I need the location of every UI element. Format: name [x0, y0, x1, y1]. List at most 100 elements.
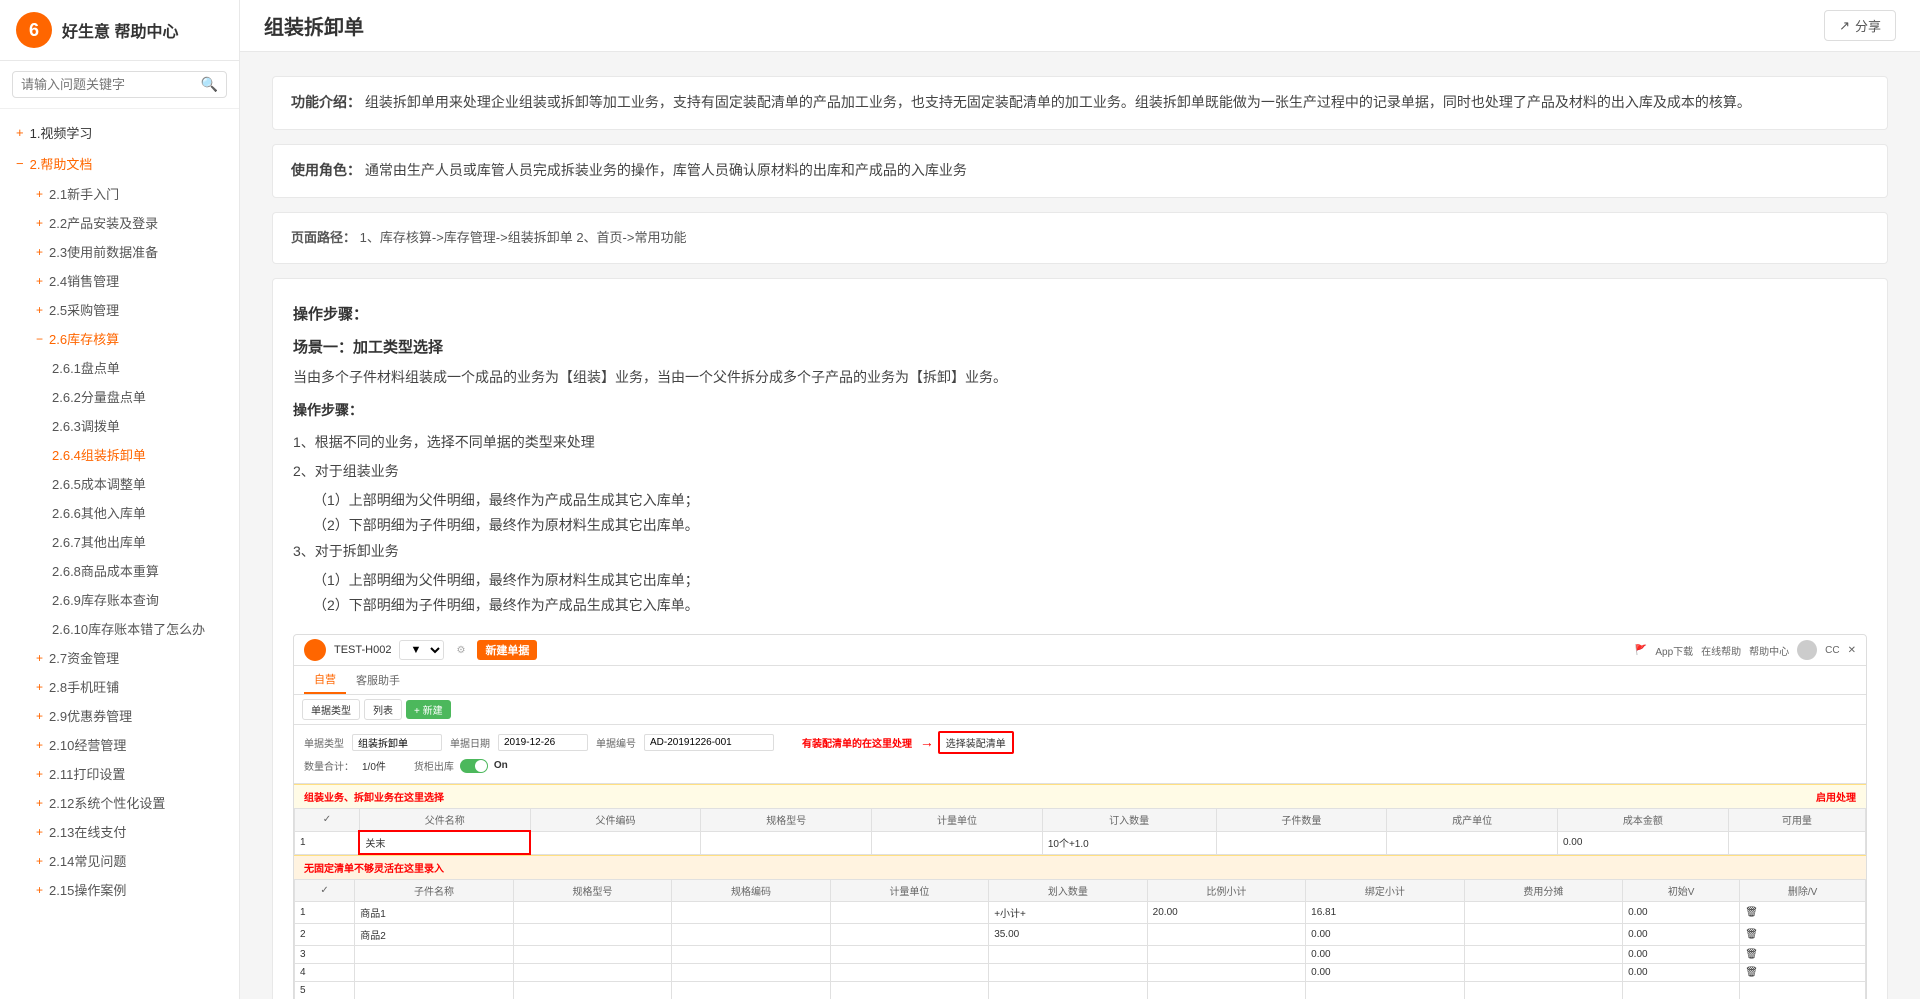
lrow1-alloc — [1464, 902, 1622, 924]
sidebar-item-cases[interactable]: + 2.15操作案例 — [0, 875, 239, 904]
sidebar-item-transfer[interactable]: 2.6.3调拨单 — [52, 411, 239, 440]
expand-icon: + — [36, 767, 43, 781]
sidebar-item-payment[interactable]: + 2.13在线支付 — [0, 817, 239, 846]
role-box: 使用角色： 通常由生产人员或库管人员完成拆装业务的操作，库管人员确认原材料的出库… — [272, 144, 1888, 198]
path-box: 页面路径： 1、库存核算->库存管理->组装拆卸单 2、首页->常用功能 — [272, 212, 1888, 264]
feature-intro-label: 功能介绍： — [291, 94, 361, 110]
sidebar-item-print[interactable]: + 2.11打印设置 — [0, 759, 239, 788]
search-button[interactable]: 🔍 — [201, 76, 218, 93]
step2-sub1: （1）上部明细为父件明细，最终作为产成品生成其它入库单； — [313, 488, 1867, 513]
sidebar-item-label: 2.3使用前数据准备 — [49, 242, 158, 261]
sidebar-item-label: 2.9优惠券管理 — [49, 706, 132, 725]
sidebar-item-mobile[interactable]: + 2.8手机旺铺 — [0, 672, 239, 701]
app-nav-own[interactable]: 自营 — [304, 666, 346, 694]
table-row: 1 商品1 +小计+ 20.00 16.81 0.00 🗑 — [295, 902, 1866, 924]
share-button[interactable]: ↗ 分享 — [1824, 10, 1896, 41]
cell-prod-unit — [1387, 831, 1558, 854]
sidebar-item-label: 2.6.2分量盘点单 — [52, 387, 146, 406]
sidebar-item-other-out[interactable]: 2.6.7其他出库单 — [52, 527, 239, 556]
toggle-switch[interactable] — [460, 759, 488, 773]
new-doc-btn[interactable]: 新建单据 — [477, 640, 537, 660]
sidebar-item-label: 2.6.7其他出库单 — [52, 532, 146, 551]
lrow2-qty: 35.00 — [989, 924, 1147, 946]
sidebar-item-data-prep[interactable]: + 2.3使用前数据准备 — [0, 237, 239, 266]
col-avail: 可用量 — [1728, 809, 1865, 832]
feature-intro-box: 功能介绍： 组装拆卸单用来处理企业组装或拆卸等加工业务，支持有固定装配清单的产品… — [272, 76, 1888, 130]
close-icon[interactable]: ✕ — [1848, 645, 1856, 656]
annotation-bar: 组装业务、拆卸业务在这里选择 启用处理 — [294, 784, 1866, 808]
tab-doc-type[interactable]: 单据类型 — [302, 699, 360, 720]
sidebar-item-inventory-wrong[interactable]: 2.6.10库存账本错了怎么办 — [52, 614, 239, 643]
expand-icon: + — [36, 216, 43, 230]
lrow1-del[interactable]: 🗑 — [1740, 902, 1866, 924]
sidebar-item-label: 2.13在线支付 — [49, 822, 126, 841]
sidebar-item-inventory[interactable]: − 2.6库存核算 — [0, 324, 239, 353]
lcol-unit: 计量单位 — [830, 880, 988, 902]
sidebar-item-install[interactable]: + 2.2产品安装及登录 — [0, 208, 239, 237]
sidebar-item-label: 2.2产品安装及登录 — [49, 213, 158, 232]
sidebar-item-label: 2.11打印设置 — [49, 764, 125, 783]
logo-icon: 6 — [16, 12, 52, 48]
sidebar-item-purchase[interactable]: + 2.5采购管理 — [0, 295, 239, 324]
sidebar-item-label: 2.6.4组装拆卸单 — [52, 445, 146, 464]
annotation-no-bom: 无固定清单不够灵活在这里录入 — [304, 864, 444, 875]
field-date[interactable] — [498, 734, 588, 751]
sidebar-item-label: 2.4销售管理 — [49, 271, 119, 290]
cell-spec — [701, 831, 872, 854]
app-nav: 自营 客服助手 — [294, 666, 1866, 695]
annotation-assembly: 组装业务、拆卸业务在这里选择 — [304, 789, 444, 804]
scenario1-title: 场景一：加工类型选择 — [293, 336, 1867, 357]
sidebar-item-label: 2.8手机旺铺 — [49, 677, 119, 696]
col-prod-unit: 成产单位 — [1387, 809, 1558, 832]
sidebar-item-label: 2.6.3调拨单 — [52, 416, 120, 435]
field-doctype[interactable] — [352, 734, 442, 751]
sidebar-item-helpdocs[interactable]: − 2.帮助文档 — [0, 148, 239, 179]
field-num[interactable] — [644, 734, 774, 751]
sidebar-item-finance[interactable]: + 2.7资金管理 — [0, 643, 239, 672]
sidebar-item-cost-recalc[interactable]: 2.6.8商品成本重算 — [52, 556, 239, 585]
sidebar-item-personalize[interactable]: + 2.12系统个性化设置 — [0, 788, 239, 817]
expand-icon: + — [36, 825, 43, 839]
sidebar-item-other-in[interactable]: 2.6.6其他入库单 — [52, 498, 239, 527]
expand-icon: + — [36, 680, 43, 694]
sidebar-item-stocktake[interactable]: 2.6.1盘点单 — [52, 353, 239, 382]
col-parent-name: 父件名称 — [359, 809, 530, 832]
sidebar-item-video[interactable]: + 1.视频学习 — [0, 117, 239, 148]
sidebar-item-faq[interactable]: + 2.14常见问题 — [0, 846, 239, 875]
field-label-date: 单据日期 — [450, 735, 490, 750]
bom-select-btn[interactable]: 选择装配清单 — [938, 731, 1014, 754]
lrow2-del[interactable]: 🗑 — [1740, 924, 1866, 946]
sidebar-item-cost-adj[interactable]: 2.6.5成本调整单 — [52, 469, 239, 498]
annotation-no-bom-bar: 无固定清单不够灵活在这里录入 — [294, 855, 1866, 879]
lrow1-init: 0.00 — [1623, 902, 1740, 924]
sidebar-item-assembly[interactable]: 2.6.4组装拆卸单 — [52, 440, 239, 469]
tab-new[interactable]: + 新建 — [406, 700, 451, 719]
sidebar-item-newbie[interactable]: + 2.1新手入门 — [0, 179, 239, 208]
sidebar-item-label: 2.15操作案例 — [49, 880, 126, 899]
sidebar-item-label: 2.6.9库存账本查询 — [52, 590, 159, 609]
field-label-num: 单据编号 — [596, 735, 636, 750]
table-row: 2 商品2 35.00 0.00 0.00 🗑 — [295, 924, 1866, 946]
app-company: TEST-H002 — [334, 644, 391, 656]
operations-title: 操作步骤： — [293, 303, 1867, 324]
app-selector[interactable]: ▼ — [399, 640, 444, 660]
sidebar-item-inventory-ledger[interactable]: 2.6.9库存账本查询 — [52, 585, 239, 614]
cell-parent-name[interactable]: 关末 — [359, 831, 530, 854]
sidebar-item-coupon[interactable]: + 2.9优惠券管理 — [0, 701, 239, 730]
app-nav-service[interactable]: 客服助手 — [346, 667, 410, 693]
sidebar-item-sales[interactable]: + 2.4销售管理 — [0, 266, 239, 295]
role-text: 通常由生产人员或库管人员完成拆装业务的操作，库管人员确认原材料的出库和产成品的入… — [365, 162, 967, 178]
tab-list[interactable]: 列表 — [364, 699, 402, 720]
sidebar-item-partial-stocktake[interactable]: 2.6.2分量盘点单 — [52, 382, 239, 411]
nav-tree: + 1.视频学习 − 2.帮助文档 + 2.1新手入门 + 2.2产品安装及登录… — [0, 109, 239, 999]
sidebar-item-label: 2.6.1盘点单 — [52, 358, 120, 377]
step2: 2、对于组装业务 — [293, 459, 1867, 484]
sidebar-header: 6 好生意 帮助中心 — [0, 0, 239, 61]
op-steps-sub: 操作步骤： — [293, 400, 1867, 420]
main-area: 组装拆卸单 ↗ 分享 功能介绍： 组装拆卸单用来处理企业组装或拆卸等加工业务，支… — [240, 0, 1920, 999]
search-input[interactable] — [21, 77, 201, 92]
sidebar-item-operations[interactable]: + 2.10经营管理 — [0, 730, 239, 759]
brand-name: 好生意 帮助中心 — [62, 18, 178, 42]
app-icon-help: 在线帮助 — [1701, 643, 1741, 658]
step3-sub1: （1）上部明细为父件明细，最终作为原材料生成其它出库单； — [313, 568, 1867, 593]
